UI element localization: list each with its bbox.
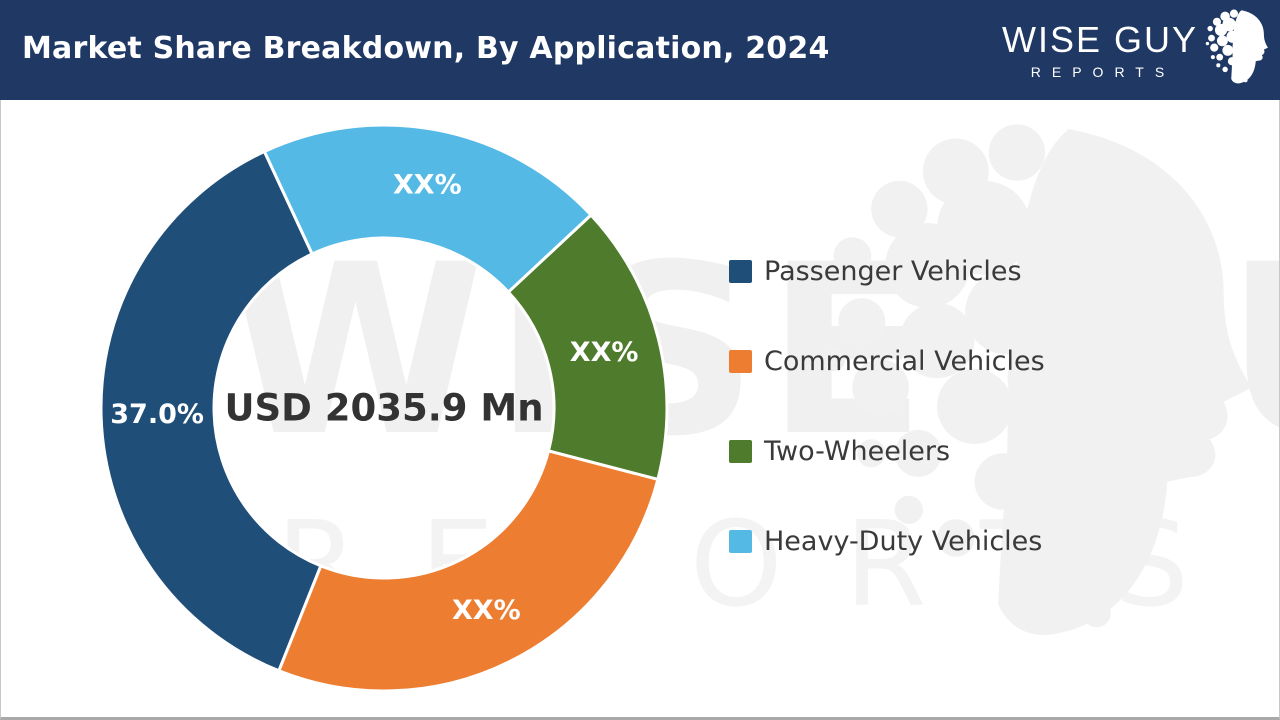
wise-guy-reports-logo: WISE GUY REPORTS — [1002, 8, 1270, 90]
donut-slice-label: XX% — [452, 595, 521, 626]
page-title: Market Share Breakdown, By Application, … — [22, 31, 830, 67]
legend-swatch-two-wheelers — [729, 439, 752, 463]
chart-legend: Passenger Vehicles Commercial Vehicles T… — [729, 246, 1045, 606]
legend-label-commercial-vehicles: Commercial Vehicles — [764, 345, 1045, 377]
logo-brand-name: WISE GUY — [1001, 18, 1198, 60]
header-bar: Market Share Breakdown, By Application, … — [0, 0, 1280, 100]
legend-item-commercial-vehicles: Commercial Vehicles — [729, 336, 1045, 386]
donut-slice-label: 37.0% — [110, 399, 204, 430]
donut-slice-label: XX% — [570, 337, 639, 368]
donut-slice — [276, 449, 660, 693]
legend-item-passenger-vehicles: Passenger Vehicles — [729, 246, 1045, 296]
legend-item-heavy-duty-vehicles: Heavy-Duty Vehicles — [729, 516, 1045, 566]
logo-brand-subname: REPORTS — [1030, 63, 1176, 80]
legend-item-two-wheelers: Two-Wheelers — [729, 426, 1045, 476]
chart-card: WISE GUY REPORTS 37.0%XX%XX%XX% USD 2035… — [0, 100, 1280, 720]
legend-label-passenger-vehicles: Passenger Vehicles — [764, 255, 1022, 287]
infographic-frame: Market Share Breakdown, By Application, … — [0, 0, 1280, 720]
donut-center-value: USD 2035.9 Mn — [224, 387, 543, 430]
donut-slice-label: XX% — [393, 170, 462, 201]
legend-swatch-passenger-vehicles — [729, 259, 752, 283]
legend-label-two-wheelers: Two-Wheelers — [764, 435, 951, 467]
legend-swatch-commercial-vehicles — [729, 349, 752, 373]
legend-swatch-heavy-duty-vehicles — [729, 529, 752, 553]
donut-chart: 37.0% XX% XX% XX% USD 2035.9 Mn — [99, 123, 669, 693]
dotted-head-icon — [1205, 9, 1268, 84]
legend-label-heavy-duty-vehicles: Heavy-Duty Vehicles — [764, 525, 1043, 557]
